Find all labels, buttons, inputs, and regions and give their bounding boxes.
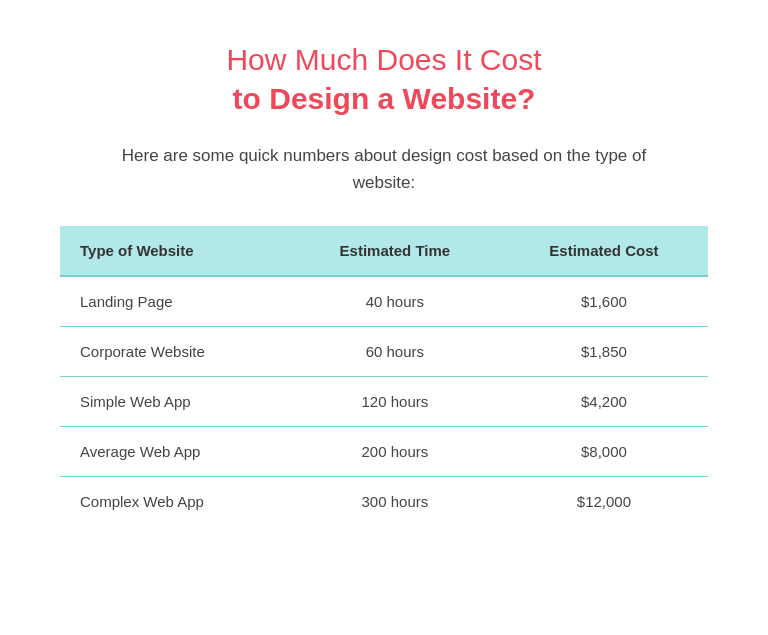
title-block: How Much Does It Cost to Design a Websit…	[226, 40, 541, 118]
cell-type: Average Web App	[60, 427, 290, 477]
col-header-cost: Estimated Cost	[500, 226, 708, 276]
col-header-type: Type of Website	[60, 226, 290, 276]
cell-time: 120 hours	[290, 377, 500, 427]
cell-type: Corporate Website	[60, 327, 290, 377]
cell-type: Complex Web App	[60, 477, 290, 527]
table-row: Complex Web App300 hours$12,000	[60, 477, 708, 527]
table-body: Landing Page40 hours$1,600Corporate Webs…	[60, 276, 708, 526]
title-line1: How Much Does It Cost	[226, 40, 541, 79]
table-row: Average Web App200 hours$8,000	[60, 427, 708, 477]
main-card: How Much Does It Cost to Design a Websit…	[0, 0, 768, 635]
cell-time: 40 hours	[290, 276, 500, 327]
table-row: Corporate Website60 hours$1,850	[60, 327, 708, 377]
cell-type: Simple Web App	[60, 377, 290, 427]
cell-time: 200 hours	[290, 427, 500, 477]
cell-cost: $4,200	[500, 377, 708, 427]
cell-cost: $1,850	[500, 327, 708, 377]
header-row: Type of Website Estimated Time Estimated…	[60, 226, 708, 276]
title-line2: to Design a Website?	[226, 79, 541, 118]
cell-cost: $1,600	[500, 276, 708, 327]
table-header: Type of Website Estimated Time Estimated…	[60, 226, 708, 276]
pricing-table: Type of Website Estimated Time Estimated…	[60, 226, 708, 526]
pricing-table-wrapper: Type of Website Estimated Time Estimated…	[60, 226, 708, 526]
cell-cost: $12,000	[500, 477, 708, 527]
cell-time: 300 hours	[290, 477, 500, 527]
table-row: Simple Web App120 hours$4,200	[60, 377, 708, 427]
cell-type: Landing Page	[60, 276, 290, 327]
cell-cost: $8,000	[500, 427, 708, 477]
col-header-time: Estimated Time	[290, 226, 500, 276]
table-row: Landing Page40 hours$1,600	[60, 276, 708, 327]
cell-time: 60 hours	[290, 327, 500, 377]
subtitle-text: Here are some quick numbers about design…	[104, 142, 664, 196]
